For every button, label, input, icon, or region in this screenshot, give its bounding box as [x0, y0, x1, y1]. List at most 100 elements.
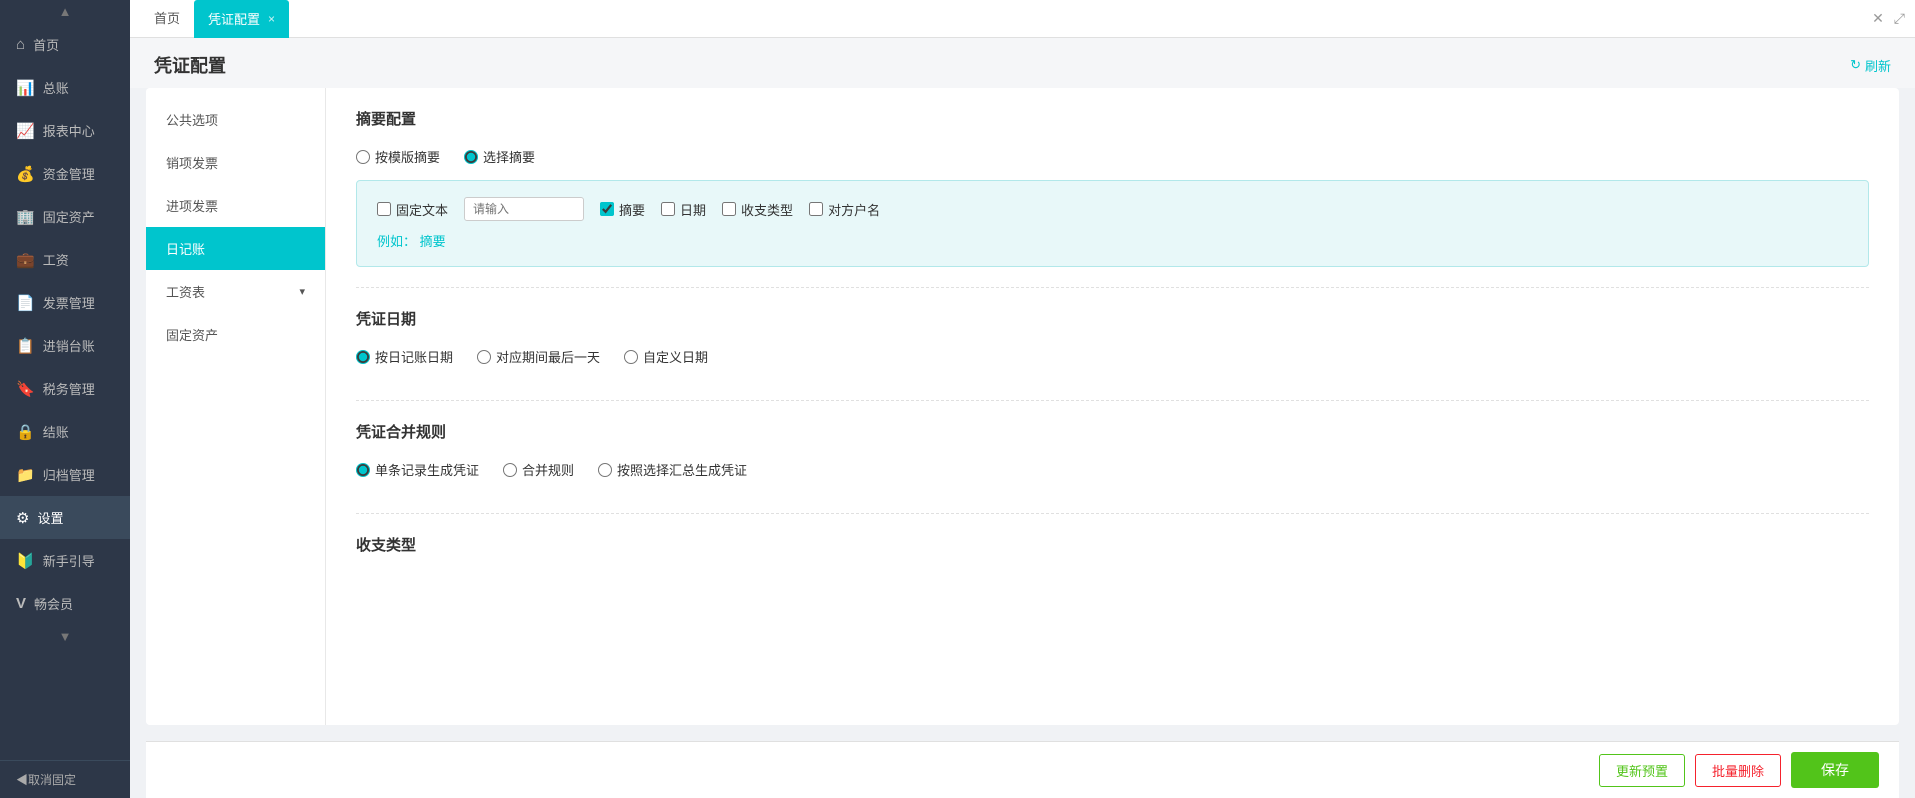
merge-radio-single-label: 单条记录生成凭证: [375, 460, 479, 479]
left-nav-payroll-table-label: 工资表: [166, 282, 205, 301]
sidebar-item-guide-label: 新手引导: [43, 551, 95, 570]
summary-radio-template-input[interactable]: [356, 150, 370, 164]
checkbox-date[interactable]: 日期: [661, 200, 706, 219]
sidebar-item-invoice-mgmt[interactable]: 📄 发票管理: [0, 281, 130, 324]
sidebar-item-tax[interactable]: 🔖 税务管理: [0, 367, 130, 410]
merge-radio-single-input[interactable]: [356, 463, 370, 477]
purchase-sales-icon: 📋: [16, 337, 35, 355]
page-title: 凭证配置: [154, 52, 226, 78]
tab-bar-actions: ✕ ⤢: [1872, 10, 1905, 27]
checkbox-income-type[interactable]: 收支类型: [722, 200, 793, 219]
sidebar-item-payroll[interactable]: 💼 工资: [0, 238, 130, 281]
sidebar-item-purchase-sales[interactable]: 📋 进销台账: [0, 324, 130, 367]
sidebar-item-vip[interactable]: V 畅会员: [0, 582, 130, 625]
summary-radio-select-label: 选择摘要: [483, 147, 535, 166]
tab-voucher-config-label: 凭证配置: [208, 9, 260, 28]
batch-delete-button[interactable]: 批量删除: [1695, 754, 1781, 787]
sidebar-item-archive[interactable]: 📁 归档管理: [0, 453, 130, 496]
sidebar-scroll-down[interactable]: ▼: [0, 625, 130, 648]
sidebar-unpin-button[interactable]: ◀取消固定: [0, 760, 130, 798]
checkbox-date-label: 日期: [680, 200, 706, 219]
sidebar-item-closing[interactable]: 🔒 结账: [0, 410, 130, 453]
sidebar-item-home-label: 首页: [33, 35, 59, 54]
checkbox-summary[interactable]: 摘要: [600, 200, 645, 219]
voucher-date-section: 凭证日期 按日记账日期 对应期间最后一天 自定义日期: [356, 308, 1869, 401]
vip-icon: V: [16, 595, 26, 612]
voucher-date-radio-journal[interactable]: 按日记账日期: [356, 347, 453, 366]
merge-radio-merge-input[interactable]: [503, 463, 517, 477]
voucher-date-radio-period-last-input[interactable]: [477, 350, 491, 364]
main-wrapper: 首页 凭证配置 × ✕ ⤢ 凭证配置 ↻ 刷新 公共选项 销项发票 进项: [130, 0, 1915, 798]
sidebar-item-assets[interactable]: 🏢 固定资产: [0, 195, 130, 238]
refresh-button[interactable]: ↻ 刷新: [1850, 56, 1891, 75]
tab-bar: 首页 凭证配置 × ✕ ⤢: [130, 0, 1915, 38]
left-nav-fixed-assets-label: 固定资产: [166, 325, 218, 344]
merge-radio-select-merge[interactable]: 按照选择汇总生成凭证: [598, 460, 747, 479]
tab-close-icon[interactable]: ×: [268, 12, 275, 26]
sidebar-item-guide[interactable]: 🔰 新手引导: [0, 539, 130, 582]
checkbox-counterpart-label: 对方户名: [828, 200, 880, 219]
ledger-icon: 📊: [16, 79, 35, 97]
checkbox-counterpart[interactable]: 对方户名: [809, 200, 880, 219]
archive-icon: 📁: [16, 466, 35, 484]
example-value: 摘要: [420, 234, 446, 249]
sidebar-item-invoice-mgmt-label: 发票管理: [43, 293, 95, 312]
voucher-date-radio-custom-label: 自定义日期: [643, 347, 708, 366]
left-nav-purchase-invoice-label: 进项发票: [166, 196, 218, 215]
fixed-text-input[interactable]: [464, 197, 584, 221]
tab-voucher-config[interactable]: 凭证配置 ×: [194, 0, 289, 38]
left-nav-fixed-assets[interactable]: 固定资产: [146, 313, 325, 356]
checkbox-date-input[interactable]: [661, 202, 675, 216]
checkbox-income-type-label: 收支类型: [741, 200, 793, 219]
sidebar-scroll-up[interactable]: ▲: [0, 0, 130, 23]
left-nav-journal-label: 日记账: [166, 239, 205, 258]
window-maximize-icon[interactable]: ⤢: [1894, 10, 1905, 27]
left-nav-sales-invoice-label: 销项发票: [166, 153, 218, 172]
left-nav-payroll-table[interactable]: 工资表 ▾: [146, 270, 325, 313]
left-nav-public-label: 公共选项: [166, 110, 218, 129]
content-layout: 公共选项 销项发票 进项发票 日记账 工资表 ▾ 固定资产 摘要配置: [146, 88, 1899, 725]
voucher-date-radio-period-last[interactable]: 对应期间最后一天: [477, 347, 600, 366]
checkbox-fixed-text[interactable]: 固定文本: [377, 200, 448, 219]
sidebar-item-settings[interactable]: ⚙ 设置: [0, 496, 130, 539]
window-close-icon[interactable]: ✕: [1872, 10, 1884, 27]
assets-icon: 🏢: [16, 208, 35, 226]
left-nav-journal[interactable]: 日记账: [146, 227, 325, 270]
checkbox-counterpart-input[interactable]: [809, 202, 823, 216]
funds-icon: 💰: [16, 165, 35, 183]
voucher-date-radio-journal-input[interactable]: [356, 350, 370, 364]
left-nav-sales-invoice[interactable]: 销项发票: [146, 141, 325, 184]
save-button[interactable]: 保存: [1791, 752, 1879, 788]
sidebar-item-purchase-sales-label: 进销台账: [43, 336, 95, 355]
merge-radio-single[interactable]: 单条记录生成凭证: [356, 460, 479, 479]
sidebar-item-funds[interactable]: 💰 资金管理: [0, 152, 130, 195]
sidebar: ▲ ⌂ 首页 📊 总账 📈 报表中心 💰 资金管理 🏢 固定资产 💼 工资 📄 …: [0, 0, 130, 798]
left-nav-public[interactable]: 公共选项: [146, 98, 325, 141]
voucher-date-radio-custom-input[interactable]: [624, 350, 638, 364]
sidebar-item-ledger[interactable]: 📊 总账: [0, 66, 130, 109]
sidebar-item-settings-label: 设置: [37, 508, 63, 527]
summary-config-section: 摘要配置 按模版摘要 选择摘要: [356, 108, 1869, 288]
summary-checkboxes-row: 固定文本 摘要 日期 收支类型: [377, 197, 1848, 221]
left-nav-purchase-invoice[interactable]: 进项发票: [146, 184, 325, 227]
summary-radio-select-input[interactable]: [464, 150, 478, 164]
sidebar-item-reports[interactable]: 📈 报表中心: [0, 109, 130, 152]
sidebar-item-assets-label: 固定资产: [43, 207, 95, 226]
voucher-date-title: 凭证日期: [356, 308, 1869, 329]
update-preview-button[interactable]: 更新预置: [1599, 754, 1685, 787]
checkbox-income-type-input[interactable]: [722, 202, 736, 216]
merge-radio-select-merge-input[interactable]: [598, 463, 612, 477]
income-type-section: 收支类型: [356, 534, 1869, 593]
sidebar-item-tax-label: 税务管理: [43, 379, 95, 398]
checkbox-summary-input[interactable]: [600, 202, 614, 216]
summary-radio-select[interactable]: 选择摘要: [464, 147, 535, 166]
merge-radio-merge-label: 合并规则: [522, 460, 574, 479]
voucher-date-radio-custom[interactable]: 自定义日期: [624, 347, 708, 366]
tab-home[interactable]: 首页: [140, 0, 194, 38]
payroll-icon: 💼: [16, 251, 35, 269]
invoice-mgmt-icon: 📄: [16, 294, 35, 312]
merge-radio-merge[interactable]: 合并规则: [503, 460, 574, 479]
checkbox-fixed-text-input[interactable]: [377, 202, 391, 216]
summary-radio-template[interactable]: 按模版摘要: [356, 147, 440, 166]
sidebar-item-home[interactable]: ⌂ 首页: [0, 23, 130, 66]
